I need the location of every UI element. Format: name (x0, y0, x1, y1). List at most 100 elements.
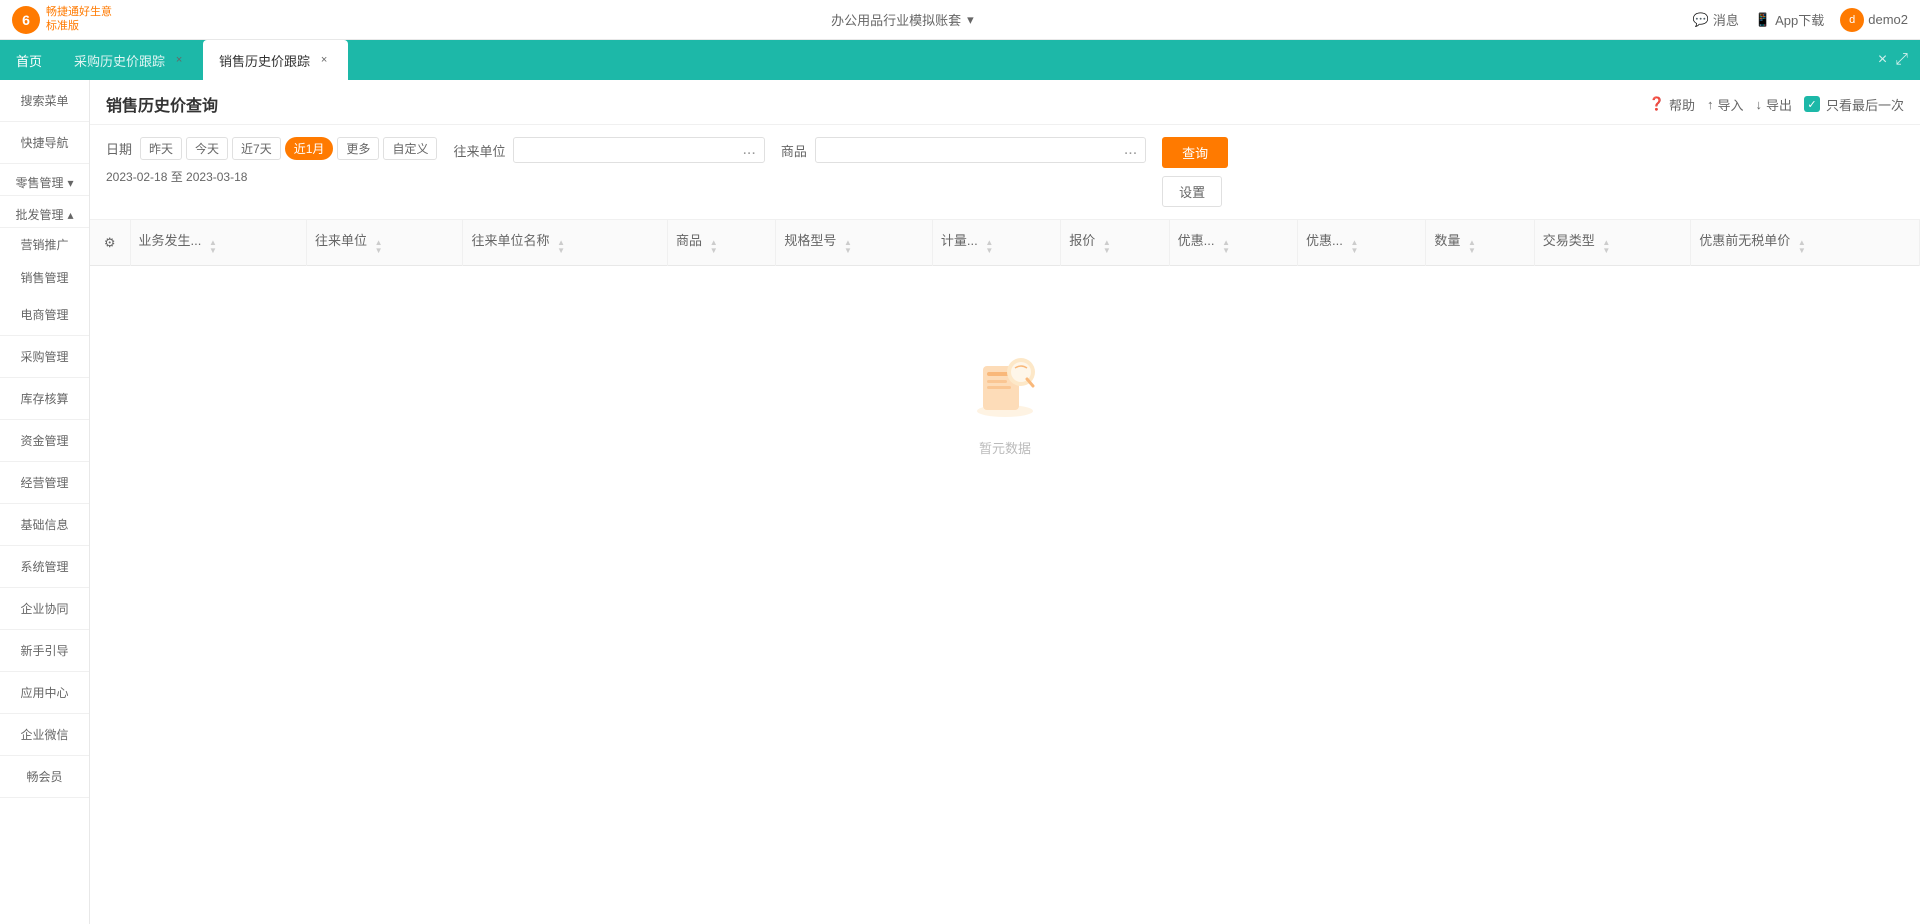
partner-label: 往来单位 (453, 141, 505, 160)
sidebar-item-retail[interactable]: 零售管理 ▾ (0, 164, 89, 196)
settings-icon[interactable]: ⚙ (104, 235, 116, 250)
partner-input[interactable] (522, 143, 742, 158)
sidebar-item-inventory[interactable]: 库存核算 (0, 378, 89, 420)
col-unit[interactable]: 计量... ▲▼ (932, 220, 1060, 266)
app-selector-label: 办公用品行业模拟账套 (831, 10, 961, 29)
sidebar-item-ecommerce[interactable]: 电商管理 (0, 294, 89, 336)
message-icon: 💬 (1693, 12, 1709, 28)
app-selector-area[interactable]: 办公用品行业模拟账套 ▾ (831, 10, 974, 29)
sidebar-item-enterprise[interactable]: 企业协同 (0, 588, 89, 630)
date-btn-custom[interactable]: 自定义 (383, 137, 437, 160)
empty-state: 暂元数据 (90, 266, 1920, 537)
tab-sales[interactable]: 销售历史价跟踪 × (203, 40, 348, 80)
import-icon: ↑ (1707, 97, 1714, 112)
content-area: 销售历史价查询 ❓ 帮助 ↑ 导入 ↓ 导出 ✓ 只看最后一次 (90, 80, 1920, 924)
logo-text: 畅捷通好生意 标准版 (46, 6, 112, 32)
sort-trade-type[interactable]: ▲▼ (1602, 239, 1610, 255)
sort-discount2[interactable]: ▲▼ (1350, 239, 1358, 255)
date-filter: 日期 昨天 今天 近7天 近1月 更多 自定义 (106, 137, 437, 160)
goods-dots-btn[interactable]: ... (1124, 141, 1137, 159)
date-btn-1month[interactable]: 近1月 (285, 137, 334, 160)
only-last-checkbox[interactable]: ✓ (1804, 96, 1820, 112)
col-settings[interactable]: ⚙ (90, 220, 130, 266)
sort-quoted-price[interactable]: ▲▼ (1103, 239, 1111, 255)
sort-spec[interactable]: ▲▼ (844, 239, 852, 255)
sidebar-item-member[interactable]: 畅会员 (0, 756, 89, 798)
query-button[interactable]: 查询 (1162, 137, 1228, 168)
filter-action-col: 查询 设置 (1162, 137, 1228, 207)
date-btn-7days[interactable]: 近7天 (232, 137, 281, 160)
page-actions: ❓ 帮助 ↑ 导入 ↓ 导出 ✓ 只看最后一次 (1649, 95, 1904, 114)
close-all-tabs-btn[interactable]: × (1878, 51, 1887, 69)
sort-biz-date[interactable]: ▲▼ (209, 239, 217, 255)
goods-input[interactable] (824, 143, 1124, 158)
user-avatar-area[interactable]: d demo2 (1840, 8, 1908, 32)
col-discount1[interactable]: 优惠... ▲▼ (1169, 220, 1297, 266)
only-last-toggle[interactable]: ✓ 只看最后一次 (1804, 95, 1904, 114)
sidebar-search-label: 搜索菜单 (20, 94, 68, 108)
date-btn-more[interactable]: 更多 (337, 137, 379, 160)
help-btn[interactable]: ❓ 帮助 (1649, 95, 1695, 114)
tab-purchase[interactable]: 采购历史价跟踪 × (58, 40, 203, 80)
retail-arrow-icon: ▾ (67, 176, 73, 190)
col-spec[interactable]: 规格型号 ▲▼ (776, 220, 932, 266)
sort-partner-name[interactable]: ▲▼ (557, 239, 565, 255)
data-table: ⚙ 业务发生... ▲▼ 往来单位 ▲▼ 往来单位名称 ▲▼ (90, 220, 1920, 266)
col-trade-type[interactable]: 交易类型 ▲▼ (1534, 220, 1690, 266)
sidebar-item-sales-mgmt[interactable]: 销售管理 (0, 261, 89, 294)
partner-filter: 往来单位 ... (453, 137, 764, 163)
sidebar-item-basic-info[interactable]: 基础信息 (0, 504, 89, 546)
sort-discount1[interactable]: ▲▼ (1222, 239, 1230, 255)
date-btn-yesterday[interactable]: 昨天 (140, 137, 182, 160)
col-partner-code[interactable]: 往来单位 ▲▼ (307, 220, 463, 266)
sidebar-item-app-center[interactable]: 应用中心 (0, 672, 89, 714)
col-quoted-price[interactable]: 报价 ▲▼ (1061, 220, 1169, 266)
col-biz-date[interactable]: 业务发生... ▲▼ (130, 220, 307, 266)
sidebar-item-system[interactable]: 系统管理 (0, 546, 89, 588)
sidebar-item-guide[interactable]: 新手引导 (0, 630, 89, 672)
sort-partner-code[interactable]: ▲▼ (375, 239, 383, 255)
tab-sales-close[interactable]: × (316, 52, 332, 68)
sort-unit[interactable]: ▲▼ (985, 239, 993, 255)
import-btn[interactable]: ↑ 导入 (1707, 95, 1744, 114)
col-discount2[interactable]: 优惠... ▲▼ (1298, 220, 1426, 266)
sort-pretax-price[interactable]: ▲▼ (1798, 239, 1806, 255)
partner-dots-btn[interactable]: ... (742, 141, 755, 159)
goods-input-wrapper: ... (815, 137, 1146, 163)
partner-input-wrapper: ... (513, 137, 764, 163)
sidebar-item-wholesale[interactable]: 批发管理 ▴ (0, 196, 89, 228)
sidebar-item-operations[interactable]: 经营管理 (0, 462, 89, 504)
sidebar-quick-nav-label: 快捷导航 (20, 136, 68, 150)
settings-button[interactable]: 设置 (1162, 176, 1222, 207)
col-goods[interactable]: 商品 ▲▼ (668, 220, 776, 266)
col-pretax-price[interactable]: 优惠前无税单价 ▲▼ (1691, 220, 1920, 266)
sidebar-item-marketing[interactable]: 营销推广 (0, 228, 89, 261)
dropdown-icon[interactable]: ▾ (967, 12, 974, 28)
sidebar: 搜索菜单 快捷导航 零售管理 ▾ 批发管理 ▴ 营销推广 销售管理 电商管理 采… (0, 80, 90, 924)
tab-purchase-close[interactable]: × (171, 52, 187, 68)
sort-goods[interactable]: ▲▼ (710, 239, 718, 255)
filter-bar: 日期 昨天 今天 近7天 近1月 更多 自定义 2023-02-18 至 202… (90, 125, 1920, 220)
sort-quantity[interactable]: ▲▼ (1468, 239, 1476, 255)
avatar: d (1840, 8, 1864, 32)
date-filter-col: 日期 昨天 今天 近7天 近1月 更多 自定义 2023-02-18 至 202… (106, 137, 437, 185)
sidebar-item-enterprise-wechat[interactable]: 企业微信 (0, 714, 89, 756)
app-download-btn[interactable]: 📱 App下载 (1755, 10, 1824, 29)
sidebar-item-purchase[interactable]: 采购管理 (0, 336, 89, 378)
date-btn-today[interactable]: 今天 (186, 137, 228, 160)
goods-label: 商品 (781, 141, 807, 160)
logo-icon: 6 (12, 6, 40, 34)
col-partner-name[interactable]: 往来单位名称 ▲▼ (463, 220, 668, 266)
page-header: 销售历史价查询 ❓ 帮助 ↑ 导入 ↓ 导出 ✓ 只看最后一次 (90, 80, 1920, 125)
tab-home[interactable]: 首页 (0, 40, 58, 80)
sidebar-item-search[interactable]: 搜索菜单 (0, 80, 89, 122)
sidebar-item-quick-nav[interactable]: 快捷导航 (0, 122, 89, 164)
sidebar-item-finance[interactable]: 资金管理 (0, 420, 89, 462)
col-quantity[interactable]: 数量 ▲▼ (1426, 220, 1534, 266)
tab-purchase-label: 采购历史价跟踪 (74, 51, 165, 70)
tab-bar-actions: × ⤢ (1878, 51, 1920, 69)
export-btn[interactable]: ↓ 导出 (1755, 95, 1792, 114)
message-btn[interactable]: 💬 消息 (1693, 10, 1739, 29)
date-label: 日期 (106, 139, 132, 158)
maximize-btn[interactable]: ⤢ (1895, 51, 1908, 69)
